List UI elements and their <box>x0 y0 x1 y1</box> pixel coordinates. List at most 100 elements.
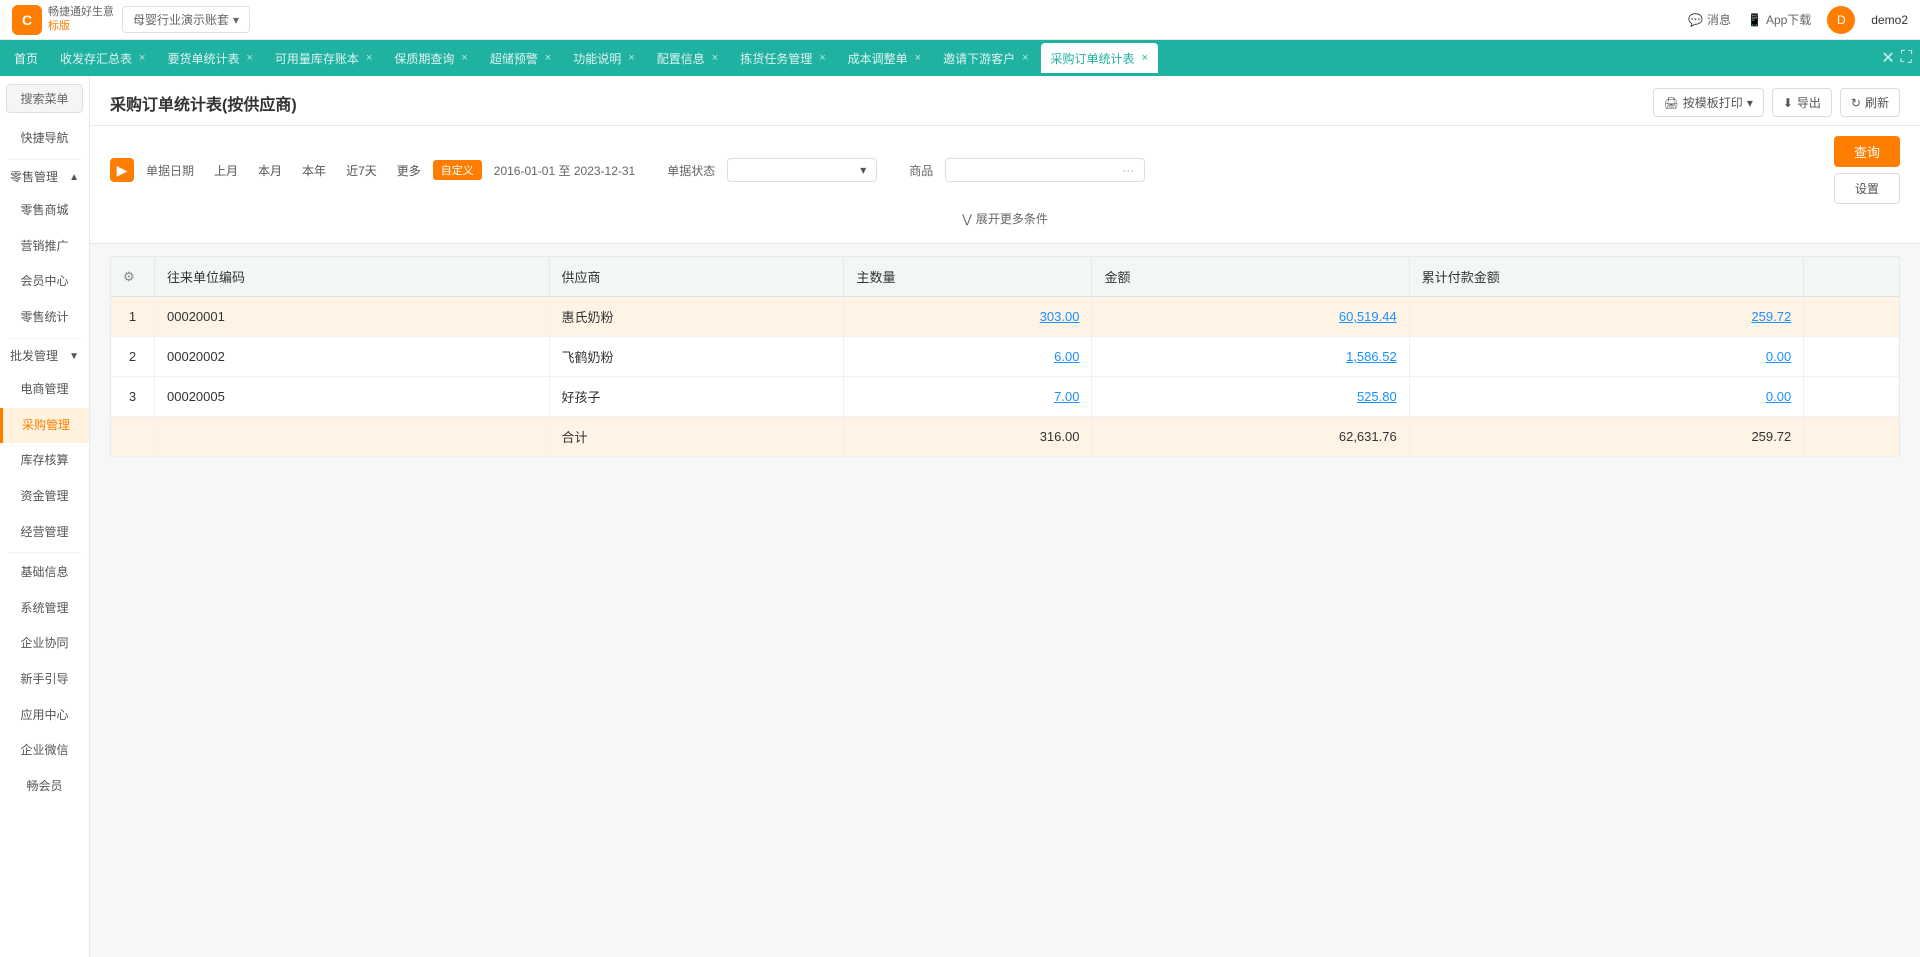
shortcut-this-year[interactable]: 本年 <box>294 160 334 181</box>
tab-peizhi[interactable]: 配置信息 × <box>647 43 728 73</box>
row-3-amount: 525.80 <box>1092 377 1409 417</box>
total-extra <box>1804 417 1900 457</box>
org-name: 母婴行业演示账套 <box>133 11 229 28</box>
shortcut-this-month[interactable]: 本月 <box>250 160 290 181</box>
user-avatar[interactable]: D <box>1827 6 1855 34</box>
goods-input[interactable]: ··· <box>945 158 1145 182</box>
tab-paihuо[interactable]: 拣货任务管理 × <box>730 43 835 73</box>
print-button[interactable]: 🖨 按模板打印 ▾ <box>1653 88 1764 117</box>
content-area: 采购订单统计表(按供应商) 🖨 按模板打印 ▾ ⬇ 导出 ↻ 刷新 <box>90 76 1920 957</box>
tab-close-baobao[interactable]: × <box>461 52 467 64</box>
org-selector[interactable]: 母婴行业演示账套 ▾ <box>122 6 250 33</box>
page-header: 采购订单统计表(按供应商) 🖨 按模板打印 ▾ ⬇ 导出 ↻ 刷新 <box>90 76 1920 126</box>
filter-toggle-button[interactable]: ▶ <box>110 158 134 182</box>
custom-date-tag[interactable]: 自定义 <box>433 160 482 180</box>
settings-icon[interactable]: ⚙ <box>123 269 135 284</box>
row-index-1: 1 <box>111 297 155 337</box>
sidebar-item-system[interactable]: 系统管理 <box>0 591 89 627</box>
tab-close-chengben[interactable]: × <box>915 52 921 64</box>
tab-close-peizhi[interactable]: × <box>712 52 718 64</box>
row-3-supplier-code: 00020005 <box>155 377 550 417</box>
tab-home[interactable]: 首页 <box>4 50 48 67</box>
status-select[interactable]: ▾ <box>727 158 877 182</box>
tab-yaohuo[interactable]: 要货单统计表 × <box>157 43 262 73</box>
tab-shoufa[interactable]: 收发存汇总表 × <box>50 43 155 73</box>
sidebar-item-purchase[interactable]: 采购管理 <box>0 408 89 444</box>
search-menu-button[interactable]: 搜索菜单 <box>6 84 83 113</box>
export-icon: ⬇ <box>1783 96 1793 110</box>
sidebar-item-guide[interactable]: 新手引导 <box>0 662 89 698</box>
tab-close-yaoqing[interactable]: × <box>1022 52 1028 64</box>
col-header-paid: 累计付款金额 <box>1409 257 1804 297</box>
col-header-supplier: 供应商 <box>549 257 844 297</box>
sidebar-item-capital[interactable]: 资金管理 <box>0 479 89 515</box>
message-button[interactable]: 💬 消息 <box>1688 11 1731 28</box>
tab-nav: 首页 收发存汇总表 × 要货单统计表 × 可用量库存账本 × 保质期查询 × 超… <box>0 40 1920 76</box>
sidebar-item-basic[interactable]: 基础信息 <box>0 555 89 591</box>
tab-close-caigou[interactable]: × <box>1142 52 1148 64</box>
settings-button[interactable]: 设置 <box>1834 173 1900 204</box>
page-title: 采购订单统计表(按供应商) <box>110 91 297 115</box>
tab-close-shoufa[interactable]: × <box>139 52 145 64</box>
table-row: 3 00020005 好孩子 7.00 525.80 0.00 <box>111 377 1900 417</box>
tab-keyong[interactable]: 可用量库存账本 × <box>265 43 382 73</box>
tab-chaochu[interactable]: 超储预警 × <box>480 43 561 73</box>
sidebar-item-vip[interactable]: 畅会员 <box>0 769 89 805</box>
sidebar-divider-3 <box>8 552 81 553</box>
col-settings[interactable]: ⚙ <box>111 257 155 297</box>
tab-close-yaohuo[interactable]: × <box>246 52 252 64</box>
expand-more-button[interactable]: ⋁ 展开更多条件 <box>110 204 1900 233</box>
row-1-supplier: 惠氏奶粉 <box>549 297 844 337</box>
sidebar-item-quick-nav[interactable]: 快捷导航 <box>0 121 89 157</box>
refresh-button[interactable]: ↻ 刷新 <box>1840 88 1900 117</box>
sidebar-item-operation[interactable]: 经营管理 <box>0 515 89 551</box>
sidebar-item-retail-shop[interactable]: 零售商城 <box>0 193 89 229</box>
app-download-button[interactable]: 📱 App下载 <box>1747 11 1811 28</box>
sidebar-item-app-center[interactable]: 应用中心 <box>0 698 89 734</box>
logo-area: C 畅捷通好生意 标版 <box>12 5 114 35</box>
export-button[interactable]: ⬇ 导出 <box>1772 88 1832 117</box>
shortcut-last-month[interactable]: 上月 <box>206 160 246 181</box>
sidebar-search: 搜索菜单 <box>0 76 89 121</box>
shortcut-more[interactable]: 更多 <box>389 160 429 181</box>
username[interactable]: demo2 <box>1871 13 1908 27</box>
row-3-extra <box>1804 377 1900 417</box>
sidebar-item-member[interactable]: 会员中心 <box>0 264 89 300</box>
tab-gongneng[interactable]: 功能说明 × <box>563 43 644 73</box>
filter-row-1: ▶ 单据日期 上月 本月 本年 近7天 更多 自定义 2016-01-01 至 … <box>110 136 1900 204</box>
shortcut-7days[interactable]: 近7天 <box>338 160 385 181</box>
tab-chengben[interactable]: 成本调整单 × <box>838 43 931 73</box>
row-2-supplier: 飞鹤奶粉 <box>549 337 844 377</box>
sidebar-item-wholesale[interactable]: 批发管理 ▼ <box>0 341 89 373</box>
sidebar-item-wechat[interactable]: 企业微信 <box>0 733 89 769</box>
sidebar-item-retail-stat[interactable]: 零售统计 <box>0 300 89 336</box>
col-header-amount: 金额 <box>1092 257 1409 297</box>
top-bar-left: C 畅捷通好生意 标版 母婴行业演示账套 ▾ <box>12 5 250 35</box>
top-bar-right: 💬 消息 📱 App下载 D demo2 <box>1688 6 1908 34</box>
sidebar-item-marketing[interactable]: 营销推广 <box>0 229 89 265</box>
table-row: 2 00020002 飞鹤奶粉 6.00 1,586.52 0.00 <box>111 337 1900 377</box>
tab-caigou[interactable]: 采购订单统计表 × <box>1041 43 1158 73</box>
tab-close-paihuо[interactable]: × <box>819 52 825 64</box>
goods-more-icon[interactable]: ··· <box>1122 163 1134 177</box>
sidebar-item-inventory[interactable]: 库存核算 <box>0 443 89 479</box>
tab-close-gongneng[interactable]: × <box>628 52 634 64</box>
tab-close-chaochu[interactable]: × <box>545 52 551 64</box>
print-icon: 🖨 <box>1664 96 1679 110</box>
total-row: 合计 316.00 62,631.76 259.72 <box>111 417 1900 457</box>
tab-baobao[interactable]: 保质期查询 × <box>384 43 477 73</box>
sidebar-item-retail[interactable]: 零售管理 ▲ <box>0 162 89 194</box>
row-3-supplier: 好孩子 <box>549 377 844 417</box>
tab-close-all-icon[interactable]: ✕ <box>1881 48 1894 68</box>
row-1-paid: 259.72 <box>1409 297 1804 337</box>
date-shortcuts: 上月 本月 本年 近7天 更多 自定义 <box>206 160 482 181</box>
tab-yaoqing[interactable]: 邀请下游客户 × <box>933 43 1038 73</box>
sidebar-item-ecommerce[interactable]: 电商管理 <box>0 372 89 408</box>
table-row: 1 00020001 惠氏奶粉 303.00 60,519.44 259.72 <box>111 297 1900 337</box>
query-button[interactable]: 查询 <box>1834 136 1900 167</box>
row-1-quantity: 303.00 <box>844 297 1092 337</box>
sidebar-item-enterprise[interactable]: 企业协同 <box>0 626 89 662</box>
tab-expand-icon[interactable]: ⛶ <box>1901 49 1912 67</box>
tab-close-keyong[interactable]: × <box>366 52 372 64</box>
filter-area: ▶ 单据日期 上月 本月 本年 近7天 更多 自定义 2016-01-01 至 … <box>90 126 1920 244</box>
